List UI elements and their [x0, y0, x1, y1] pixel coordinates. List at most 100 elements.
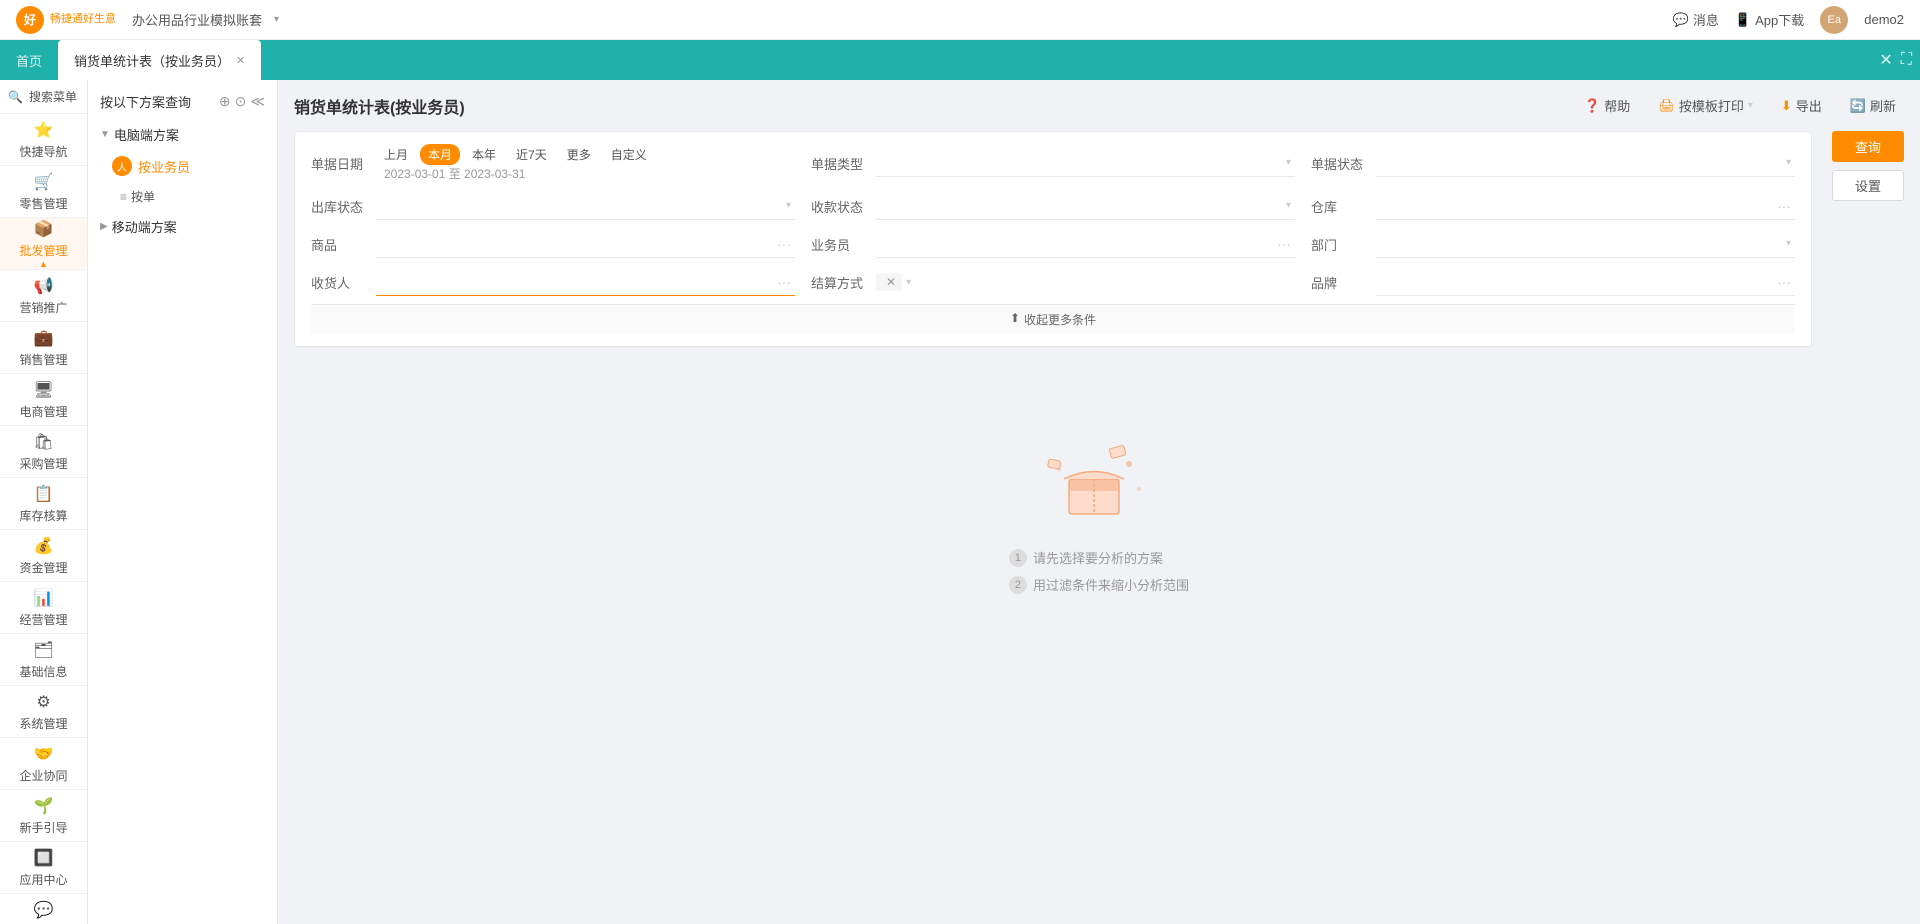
date-tab-this-year[interactable]: 本年 [464, 144, 504, 165]
sidebar-item-corp[interactable]: 🤝 企业协同 [0, 738, 87, 790]
export-button[interactable]: ⬇ 导出 [1773, 92, 1830, 119]
goods-field[interactable]: ··· [376, 230, 795, 258]
sidebar-item-newbie[interactable]: 🌱 新手引导 [0, 790, 87, 842]
help-button[interactable]: ❓ 帮助 [1576, 92, 1638, 119]
doctype-input[interactable]: ▾ [876, 149, 1295, 177]
sidebar-search[interactable]: 🔍 搜索菜单 [0, 80, 87, 114]
refresh-button[interactable]: 🔄 刷新 [1842, 92, 1904, 119]
hint-num-1: 1 [1009, 549, 1027, 567]
filter-row-3: 商品 ··· 业务员 [311, 230, 1795, 258]
corp-icon: 🤝 [34, 744, 54, 764]
tab-maximize-icon[interactable]: ⛶ [1901, 51, 1912, 69]
filter-col-date: 单据日期 上月 本月 本年 近7天 更多 [311, 144, 795, 182]
finance-icon: 💰 [34, 536, 54, 556]
receiptstatus-input[interactable]: ▾ [876, 192, 1295, 220]
plan-subitem-by-order[interactable]: ≡ 按单 [88, 182, 277, 211]
settlement-arrow-icon: ▾ [906, 277, 911, 288]
right-main: 销货单统计表(按业务员) ❓ 帮助 🖨 按模板打印 ▾ ⬇ [278, 80, 1920, 924]
sidebar-item-wechat[interactable]: 💬 企业微信 [0, 894, 87, 924]
receiver-input[interactable]: ··· [376, 268, 795, 296]
sidebar-item-finance[interactable]: 💰 资金管理 [0, 530, 87, 582]
username-label[interactable]: demo2 [1864, 12, 1904, 27]
collapse-bar[interactable]: ⬆ 收起更多条件 [311, 304, 1795, 334]
warehouse-input[interactable]: ··· [1376, 192, 1795, 220]
settings-button[interactable]: 设置 [1832, 170, 1904, 201]
date-tab-last7days[interactable]: 近7天 [508, 144, 555, 165]
outstatus-select[interactable]: ▾ [376, 192, 795, 220]
collapse-panel-icon[interactable]: ≪ [250, 93, 265, 110]
outstatus-input[interactable]: ▾ [376, 192, 795, 220]
pc-group-arrow-icon: ▼ [100, 129, 110, 140]
mobile-plan-group-header[interactable]: ▶ 移动端方案 [88, 211, 277, 242]
date-tab-custom[interactable]: 自定义 [603, 144, 655, 165]
dept-input[interactable]: ▾ [1376, 230, 1795, 258]
sidebar-item-apps[interactable]: 🔲 应用中心 [0, 842, 87, 894]
pc-plan-group-header[interactable]: ▼ 电脑端方案 [88, 119, 277, 150]
salesperson-field[interactable]: ··· [876, 230, 1295, 258]
sidebar-item-operation[interactable]: 📊 经营管理 [0, 582, 87, 634]
sidebar-item-shortcut[interactable]: ⭐ 快捷导航 [0, 114, 87, 166]
query-button[interactable]: 查询 [1832, 131, 1904, 162]
sidebar-item-purchase[interactable]: 🛍 采购管理 [0, 426, 87, 478]
date-label: 单据日期 [311, 154, 376, 173]
docstatus-select[interactable]: ▾ [1376, 149, 1795, 177]
sidebar-item-marketing[interactable]: 📢 营销推广 [0, 270, 87, 322]
message-button[interactable]: 💬 消息 [1673, 10, 1719, 29]
plan-item-by-salesperson[interactable]: 人 按业务员 [88, 150, 277, 182]
brand-field[interactable]: ··· [1376, 268, 1795, 296]
docstatus-input[interactable]: ▾ [1376, 149, 1795, 177]
settings-plan-icon[interactable]: ⊙ [235, 93, 247, 110]
mobile-plan-group: ▶ 移动端方案 [88, 211, 277, 242]
goods-input[interactable]: ··· [376, 230, 795, 258]
receiver-label: 收货人 [311, 273, 376, 292]
app-title[interactable]: 办公用品行业模拟账套 [132, 10, 262, 29]
warehouse-dots-icon[interactable]: ··· [1777, 198, 1791, 214]
settlement-input[interactable]: ✕ ▾ [876, 273, 1295, 291]
settlement-tag-close-icon[interactable]: ✕ [886, 275, 896, 289]
docstatus-arrow-icon: ▾ [1786, 157, 1791, 168]
hint-num-2: 2 [1009, 576, 1027, 594]
doctype-select[interactable]: ▾ [876, 149, 1295, 177]
sidebar-item-wholesale[interactable]: 📦 批发管理 ▲ [0, 218, 87, 270]
add-plan-button[interactable]: ⊕ [219, 93, 231, 110]
wechat-icon: 💬 [34, 900, 54, 920]
salesperson-input[interactable]: ··· [876, 230, 1295, 258]
avatar[interactable]: Ea [1820, 6, 1848, 34]
mobile-group-arrow-icon: ▶ [100, 221, 108, 232]
salesperson-dots-icon[interactable]: ··· [1277, 236, 1291, 252]
app-title-dropdown-icon[interactable]: ▾ [274, 14, 279, 25]
brand-input[interactable]: ··· [1376, 268, 1795, 296]
receiptstatus-select[interactable]: ▾ [876, 192, 1295, 220]
date-tab-this-month[interactable]: 本月 [420, 144, 460, 165]
sidebar-item-retail[interactable]: 🛒 零售管理 [0, 166, 87, 218]
sidebar-item-ecommerce[interactable]: 🖥 电商管理 [0, 374, 87, 426]
message-icon: 💬 [1673, 12, 1689, 28]
tab-sales-report[interactable]: 销货单统计表（按业务员） ✕ [58, 40, 261, 80]
doctype-label: 单据类型 [811, 154, 876, 173]
filter-row-4: 收货人 ··· 结算方式 [311, 268, 1795, 296]
basic-icon: 🗂 [33, 640, 53, 660]
sidebar-item-basic[interactable]: 🗂 基础信息 [0, 634, 87, 686]
goods-dots-icon[interactable]: ··· [777, 236, 791, 252]
tab-bar: 首页 销货单统计表（按业务员） ✕ ✕ ⛶ [0, 40, 1920, 80]
receiver-dots-icon[interactable]: ··· [777, 274, 791, 290]
tab-close-window-icon[interactable]: ✕ [1879, 50, 1892, 70]
dept-select[interactable]: ▾ [1376, 230, 1795, 258]
date-tab-more[interactable]: 更多 [559, 144, 599, 165]
date-tab-last-month[interactable]: 上月 [376, 144, 416, 165]
receiver-field[interactable]: ··· [376, 268, 795, 296]
brand-dots-icon[interactable]: ··· [1777, 274, 1791, 290]
print-button[interactable]: 🖨 按模板打印 ▾ [1650, 92, 1761, 119]
doctype-arrow-icon: ▾ [1286, 157, 1291, 168]
date-row: 上月 本月 本年 近7天 更多 自定义 [376, 144, 795, 165]
sidebar-item-system[interactable]: ⚙ 系统管理 [0, 686, 87, 738]
help-icon: ❓ [1584, 98, 1600, 114]
dept-arrow-icon: ▾ [1786, 238, 1791, 249]
app-download-button[interactable]: 📱 App下载 [1735, 10, 1804, 29]
operation-icon: 📊 [34, 588, 54, 608]
warehouse-field[interactable]: ··· [1376, 192, 1795, 220]
sidebar-item-sales[interactable]: 💼 销售管理 [0, 322, 87, 374]
tab-close-icon[interactable]: ✕ [236, 54, 245, 67]
sidebar-item-inventory[interactable]: 📋 库存核算 [0, 478, 87, 530]
tab-home[interactable]: 首页 [0, 40, 58, 80]
